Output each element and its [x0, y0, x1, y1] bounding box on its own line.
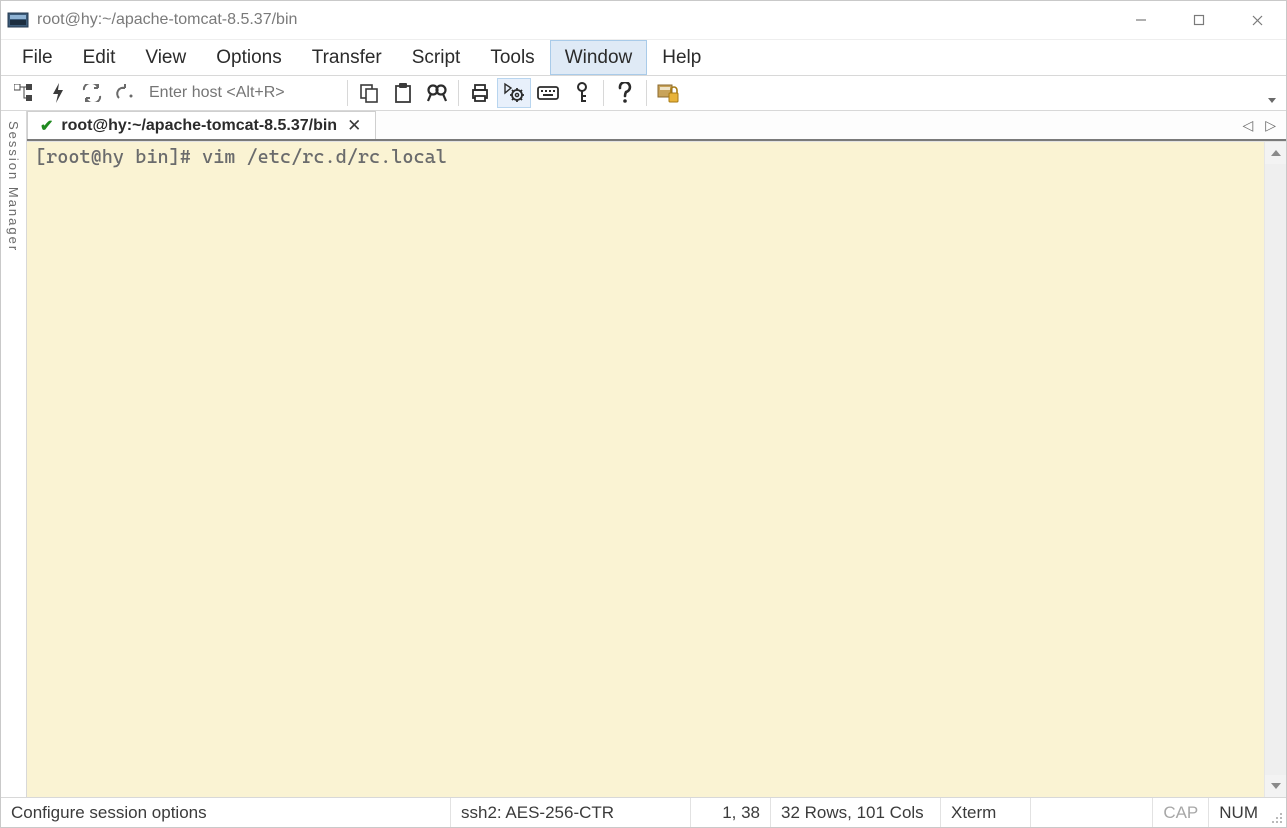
connected-check-icon: ✔ [40, 116, 53, 136]
tabstrip: ✔ root@hy:~/apache-tomcat-8.5.37/bin ✕ ◁… [27, 111, 1286, 141]
help-icon[interactable] [608, 78, 642, 108]
terminal[interactable]: [root@hy bin]# vim /etc/rc.d/rc.local [27, 142, 1264, 797]
menu-script[interactable]: Script [397, 40, 476, 75]
host-input[interactable] [143, 80, 343, 106]
menu-help[interactable]: Help [647, 40, 716, 75]
menu-file[interactable]: File [7, 40, 68, 75]
status-cursor: 1, 38 [691, 798, 771, 827]
disconnect-icon[interactable] [109, 78, 143, 108]
menu-options[interactable]: Options [201, 40, 296, 75]
vertical-scrollbar[interactable] [1264, 142, 1286, 797]
app-icon [7, 10, 29, 30]
status-emulation: Xterm [941, 798, 1031, 827]
window-controls [1112, 1, 1286, 39]
window-title: root@hy:~/apache-tomcat-8.5.37/bin [37, 11, 1112, 29]
menu-window[interactable]: Window [550, 40, 648, 75]
session-manager-panel-tab[interactable]: Session Manager [1, 111, 27, 797]
session-tab[interactable]: ✔ root@hy:~/apache-tomcat-8.5.37/bin ✕ [27, 111, 376, 139]
session-tree-icon[interactable] [7, 78, 41, 108]
quick-connect-icon[interactable] [41, 78, 75, 108]
app-window: root@hy:~/apache-tomcat-8.5.37/bin File … [0, 0, 1287, 828]
resize-grip-icon[interactable] [1268, 798, 1286, 827]
keyboard-icon[interactable] [531, 78, 565, 108]
terminal-wrap: [root@hy bin]# vim /etc/rc.d/rc.local [27, 141, 1286, 797]
minimize-button[interactable] [1112, 1, 1170, 39]
status-hint: Configure session options [1, 798, 451, 827]
reconnect-icon[interactable] [75, 78, 109, 108]
status-capslock: CAP [1153, 798, 1209, 827]
terminal-command: vim /etc/rc.d/rc.local [202, 146, 447, 168]
titlebar: root@hy:~/apache-tomcat-8.5.37/bin [1, 1, 1286, 39]
statusbar: Configure session options ssh2: AES-256-… [1, 797, 1286, 827]
key-icon[interactable] [565, 78, 599, 108]
tab-next-icon[interactable]: ▷ [1261, 117, 1280, 134]
scroll-down-icon[interactable] [1265, 775, 1286, 797]
menu-transfer[interactable]: Transfer [297, 40, 397, 75]
paste-icon[interactable] [386, 78, 420, 108]
tab-prev-icon[interactable]: ◁ [1238, 117, 1257, 134]
menu-view[interactable]: View [130, 40, 201, 75]
menubar: File Edit View Options Transfer Script T… [1, 39, 1286, 75]
session-options-icon[interactable] [497, 78, 531, 108]
scroll-up-icon[interactable] [1265, 142, 1286, 164]
menu-edit[interactable]: Edit [68, 40, 131, 75]
toolbar-separator [603, 80, 604, 106]
menu-tools[interactable]: Tools [475, 40, 549, 75]
status-spacer [1031, 798, 1153, 827]
toolbar-separator [646, 80, 647, 106]
close-button[interactable] [1228, 1, 1286, 39]
toolbar-separator [458, 80, 459, 106]
toolbar-overflow[interactable] [1264, 78, 1280, 108]
find-icon[interactable] [420, 78, 454, 108]
session-tab-label: root@hy:~/apache-tomcat-8.5.37/bin [61, 117, 337, 135]
session-manager-label: Session Manager [6, 121, 21, 252]
toolbar [1, 75, 1286, 111]
secure-session-icon[interactable] [651, 78, 685, 108]
status-dimensions: 32 Rows, 101 Cols [771, 798, 941, 827]
maximize-button[interactable] [1170, 1, 1228, 39]
copy-icon[interactable] [352, 78, 386, 108]
tab-nav: ◁ ▷ [1238, 111, 1286, 139]
terminal-prompt: [root@hy bin]# [35, 146, 202, 168]
workspace: Session Manager ✔ root@hy:~/apache-tomca… [1, 111, 1286, 797]
toolbar-separator [347, 80, 348, 106]
status-numlock: NUM [1209, 798, 1268, 827]
scroll-track[interactable] [1265, 164, 1286, 775]
print-icon[interactable] [463, 78, 497, 108]
status-protocol: ssh2: AES-256-CTR [451, 798, 691, 827]
close-tab-icon[interactable]: ✕ [345, 116, 363, 136]
session-area: ✔ root@hy:~/apache-tomcat-8.5.37/bin ✕ ◁… [27, 111, 1286, 797]
